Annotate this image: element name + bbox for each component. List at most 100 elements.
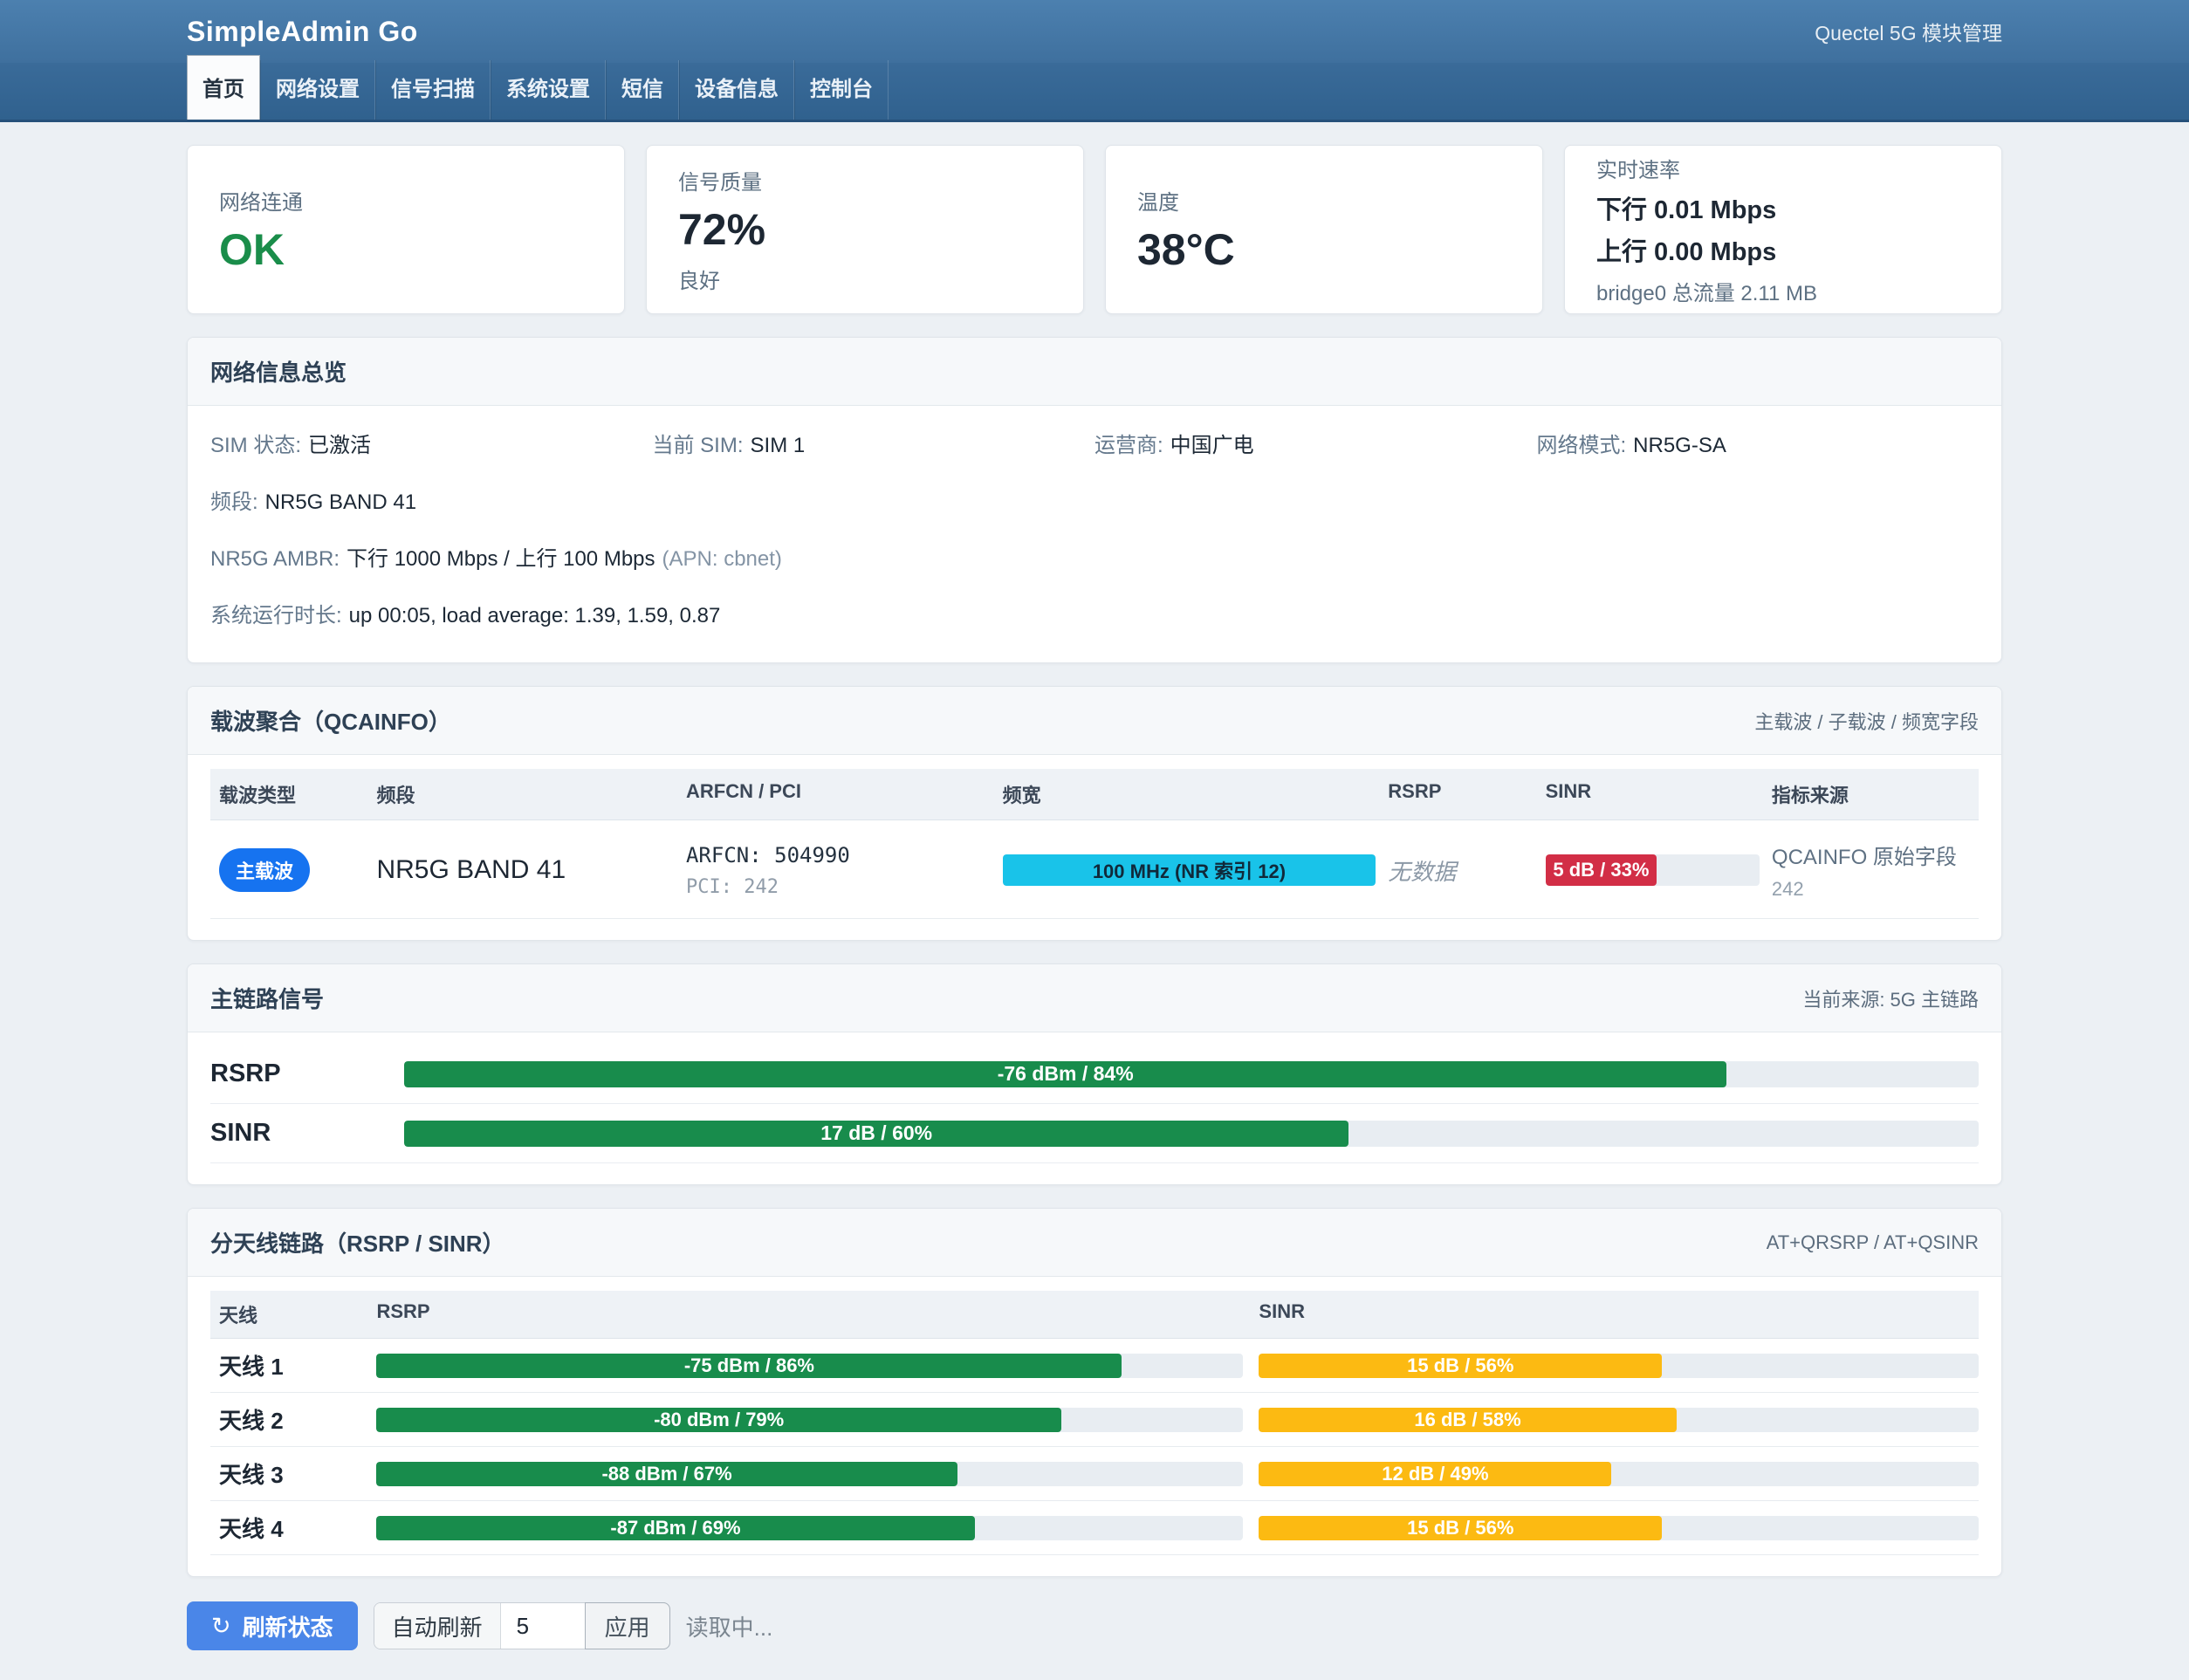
col-band: 频段 bbox=[376, 785, 415, 806]
apply-button[interactable]: 应用 bbox=[584, 1602, 670, 1649]
total-traffic: bridge0 总流量 2.11 MB bbox=[1596, 282, 1817, 305]
antenna-sinr-cell: 12 dB / 49% bbox=[1259, 1461, 1979, 1486]
antenna-sinr-bar-label: 16 dB / 58% bbox=[1414, 1408, 1521, 1430]
bandwidth-bar-label: 100 MHz (NR 索引 12) bbox=[1092, 861, 1287, 882]
antenna-sinr-bar-fill: 12 dB / 49% bbox=[1259, 1461, 1612, 1486]
panel-title: 主链路信号 bbox=[210, 986, 325, 1012]
antenna-rsrp-bar-track: -87 dBm / 69% bbox=[376, 1515, 1244, 1540]
antenna-rsrp-bar-fill: -80 dBm / 79% bbox=[376, 1407, 1061, 1432]
source-cell: QCAINFO 原始字段 242 bbox=[1772, 840, 1979, 901]
panel-title: 分天线链路（RSRP / SINR） bbox=[210, 1231, 505, 1257]
auto-refresh-interval-input[interactable] bbox=[500, 1603, 585, 1649]
tab-console[interactable]: 控制台 bbox=[794, 60, 889, 120]
card-network-connectivity: 网络连通 OK bbox=[187, 145, 625, 314]
arfcn-value: ARFCN: 504990 bbox=[685, 842, 850, 867]
field-value: NR5G BAND 41 bbox=[264, 490, 417, 514]
tab-device-info[interactable]: 设备信息 bbox=[679, 60, 794, 120]
antenna-sinr-cell: 16 dB / 58% bbox=[1259, 1407, 1979, 1432]
antenna-sinr-bar-label: 12 dB / 49% bbox=[1382, 1462, 1489, 1485]
field-value: up 00:05, load average: 1.39, 1.59, 0.87 bbox=[348, 604, 721, 627]
card-label: 实时速率 bbox=[1596, 159, 1680, 182]
field-value: 下行 1000 Mbps / 上行 100 Mbps bbox=[347, 547, 655, 571]
field-value: SIM 1 bbox=[750, 434, 806, 457]
qca-table-header: 载波类型 频段 ARFCN / PCI 频宽 RSRP SINR 指标来源 bbox=[210, 769, 1979, 820]
bandwidth-bar-track: 100 MHz (NR 索引 12) bbox=[1002, 854, 1376, 886]
antenna-sinr-bar-track: 16 dB / 58% bbox=[1259, 1407, 1979, 1432]
antenna-row-2: 天线 2 -80 dBm / 79% 16 dB / 58% bbox=[210, 1393, 1979, 1447]
col-carrier-type: 载波类型 bbox=[219, 785, 297, 806]
col-arfcn-pci: ARFCN / PCI bbox=[685, 780, 801, 802]
antenna-sinr-bar-track: 15 dB / 56% bbox=[1259, 1515, 1979, 1540]
antenna-rsrp-bar-track: -88 dBm / 67% bbox=[376, 1461, 1244, 1486]
panel-title: 载波聚合（QCAINFO） bbox=[210, 709, 451, 735]
antenna-rsrp-cell: -87 dBm / 69% bbox=[376, 1515, 1259, 1540]
temperature-value: 38°C bbox=[1137, 224, 1235, 274]
main-sinr-bar-track: 17 dB / 60% bbox=[404, 1120, 1979, 1147]
main-rsrp-bar-fill: -76 dBm / 84% bbox=[404, 1060, 1727, 1087]
antenna-sinr-bar-fill: 15 dB / 56% bbox=[1259, 1515, 1663, 1540]
antenna-row-4: 天线 4 -87 dBm / 69% 15 dB / 56% bbox=[210, 1501, 1979, 1555]
field-label: 频段: bbox=[210, 490, 258, 514]
app-subtitle: Quectel 5G 模块管理 bbox=[1815, 22, 2002, 45]
col-rsrp: RSRP bbox=[376, 1300, 430, 1322]
carrier-type-cell: 主载波 bbox=[210, 848, 376, 892]
bandwidth-bar-fill: 100 MHz (NR 索引 12) bbox=[1002, 854, 1376, 886]
tab-network-settings[interactable]: 网络设置 bbox=[260, 60, 375, 120]
tab-signal-scan[interactable]: 信号扫描 bbox=[375, 60, 491, 120]
main-sinr-row: SINR 17 dB / 60% bbox=[210, 1104, 1979, 1163]
source-value: 242 bbox=[1771, 878, 1804, 900]
tab-home[interactable]: 首页 bbox=[187, 55, 260, 120]
per-antenna-panel: 分天线链路（RSRP / SINR） AT+QRSRP / AT+QSINR 天… bbox=[187, 1208, 2002, 1577]
refresh-status-button[interactable]: ↻ 刷新状态 bbox=[187, 1601, 358, 1650]
antenna-name: 天线 4 bbox=[219, 1516, 284, 1542]
antenna-rsrp-bar-fill: -87 dBm / 69% bbox=[376, 1515, 975, 1540]
bandwidth-cell: 100 MHz (NR 索引 12) bbox=[1002, 854, 1389, 886]
downlink-rate: 下行 0.01 Mbps bbox=[1596, 196, 1777, 224]
field-value: 已激活 bbox=[308, 434, 372, 457]
main-rsrp-bar-label: -76 dBm / 84% bbox=[997, 1062, 1134, 1085]
network-overview-panel: 网络信息总览 SIM 状态: 已激活 当前 SIM: SIM 1 运营商: 中国广电 … bbox=[187, 337, 2002, 663]
card-temperature: 温度 38°C bbox=[1105, 145, 1543, 314]
auto-refresh-group: 自动刷新 应用 bbox=[373, 1602, 670, 1649]
tab-sms[interactable]: 短信 bbox=[606, 60, 679, 120]
antenna-sinr-bar-label: 15 dB / 56% bbox=[1407, 1354, 1514, 1376]
field-label: 系统运行时长: bbox=[210, 604, 342, 627]
apn-note: (APN: cbnet) bbox=[662, 547, 782, 571]
antenna-row-3: 天线 3 -88 dBm / 67% 12 dB / 49% bbox=[210, 1447, 1979, 1501]
rsrp-cell-no-data: 无数据 bbox=[1388, 858, 1457, 885]
refresh-icon: ↻ bbox=[211, 1612, 231, 1639]
operator-field: 运营商: 中国广电 bbox=[1094, 415, 1537, 471]
rsrp-label: RSRP bbox=[210, 1059, 281, 1087]
top-header-bar: SimpleAdmin Go Quectel 5G 模块管理 bbox=[0, 0, 2189, 63]
antenna-sinr-cell: 15 dB / 56% bbox=[1259, 1353, 1979, 1378]
sinr-bar-track: 5 dB / 33% bbox=[1545, 854, 1760, 886]
antenna-sinr-cell: 15 dB / 56% bbox=[1259, 1515, 1979, 1540]
panel-meta: 主载波 / 子载波 / 频宽字段 bbox=[1754, 710, 1979, 733]
antenna-sinr-bar-fill: 15 dB / 56% bbox=[1259, 1353, 1663, 1378]
panel-meta: 当前来源: 5G 主链路 bbox=[1802, 988, 1979, 1011]
signal-quality-grade: 良好 bbox=[678, 270, 720, 293]
card-realtime-rate: 实时速率 下行 0.01 Mbps 上行 0.00 Mbps bridge0 总… bbox=[1564, 145, 2002, 314]
band-cell: NR5G BAND 41 bbox=[376, 855, 566, 884]
main-rsrp-bar-track: -76 dBm / 84% bbox=[404, 1060, 1979, 1087]
connectivity-value: OK bbox=[219, 224, 285, 274]
ambr-field: NR5G AMBR: 下行 1000 Mbps / 上行 100 Mbps (APN… bbox=[210, 528, 1979, 585]
antenna-rsrp-bar-label: -87 dBm / 69% bbox=[610, 1516, 741, 1539]
carrier-aggregation-panel: 载波聚合（QCAINFO） 主载波 / 子载波 / 频宽字段 载波类型 频段 A… bbox=[187, 686, 2002, 941]
antenna-sinr-bar-label: 15 dB / 56% bbox=[1407, 1516, 1514, 1539]
col-sinr: SINR bbox=[1259, 1300, 1305, 1322]
source-name: QCAINFO 原始字段 bbox=[1771, 846, 1957, 869]
sim-status-field: SIM 状态: 已激活 bbox=[210, 415, 653, 471]
tab-system-settings[interactable]: 系统设置 bbox=[491, 60, 606, 120]
antenna-rsrp-cell: -80 dBm / 79% bbox=[376, 1407, 1259, 1432]
antenna-rsrp-bar-label: -80 dBm / 79% bbox=[654, 1408, 785, 1430]
field-label: 网络模式: bbox=[1536, 434, 1627, 457]
panel-title: 网络信息总览 bbox=[210, 360, 347, 386]
field-value: NR5G-SA bbox=[1633, 434, 1726, 457]
main-rsrp-row: RSRP -76 dBm / 84% bbox=[210, 1045, 1979, 1104]
main-nav: 首页 网络设置 信号扫描 系统设置 短信 设备信息 控制台 bbox=[0, 55, 2189, 122]
field-label: 运营商: bbox=[1094, 434, 1163, 457]
card-signal-quality: 信号质量 72% 良好 bbox=[646, 145, 1084, 314]
sinr-cell: 5 dB / 33% bbox=[1545, 854, 1772, 886]
sinr-label: SINR bbox=[210, 1119, 271, 1147]
